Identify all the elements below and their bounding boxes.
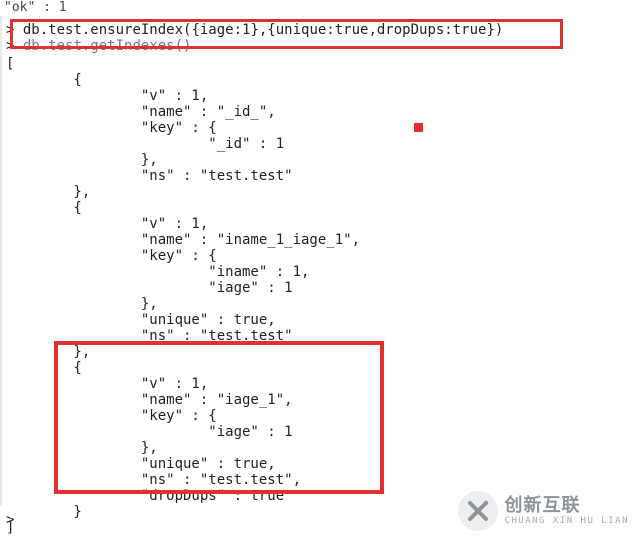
watermark-logo: 创新互联 CHUANG XIN HU LIAN — [458, 491, 629, 531]
logo-text: 创新互联 CHUANG XIN HU LIAN — [504, 497, 629, 526]
index-entry-1: { "v" : 1, "name" : "_id_", "key" : { "_… — [6, 72, 293, 200]
shell-line-2: > db.test.getIndexes() — [6, 38, 191, 54]
logo-text-cn: 创新互联 — [504, 497, 629, 515]
command-getindexes: db.test.getIndexes() — [14, 38, 191, 54]
logo-text-en: CHUANG XIN HU LIAN — [504, 517, 629, 526]
cursor-marker — [414, 123, 423, 132]
index-entry-2: { "v" : 1, "name" : "iname_1_iage_1", "k… — [6, 200, 360, 360]
shell-prompt-empty: > — [6, 512, 14, 528]
array-open: [ — [6, 56, 14, 72]
clipped-prev-line: "ok" : 1 — [0, 0, 71, 16]
index-entry-3: { "v" : 1, "name" : "iage_1", "key" : { … — [6, 360, 301, 520]
output-array: [ { "v" : 1, "name" : "_id_", "key" : { … — [6, 56, 360, 536]
logo-icon — [458, 491, 498, 531]
gutter-line — [0, 16, 2, 506]
command-ensureindex: db.test.ensureIndex({iage:1},{unique:tru… — [14, 22, 503, 38]
shell-line-1: > db.test.ensureIndex({iage:1},{unique:t… — [6, 22, 503, 38]
